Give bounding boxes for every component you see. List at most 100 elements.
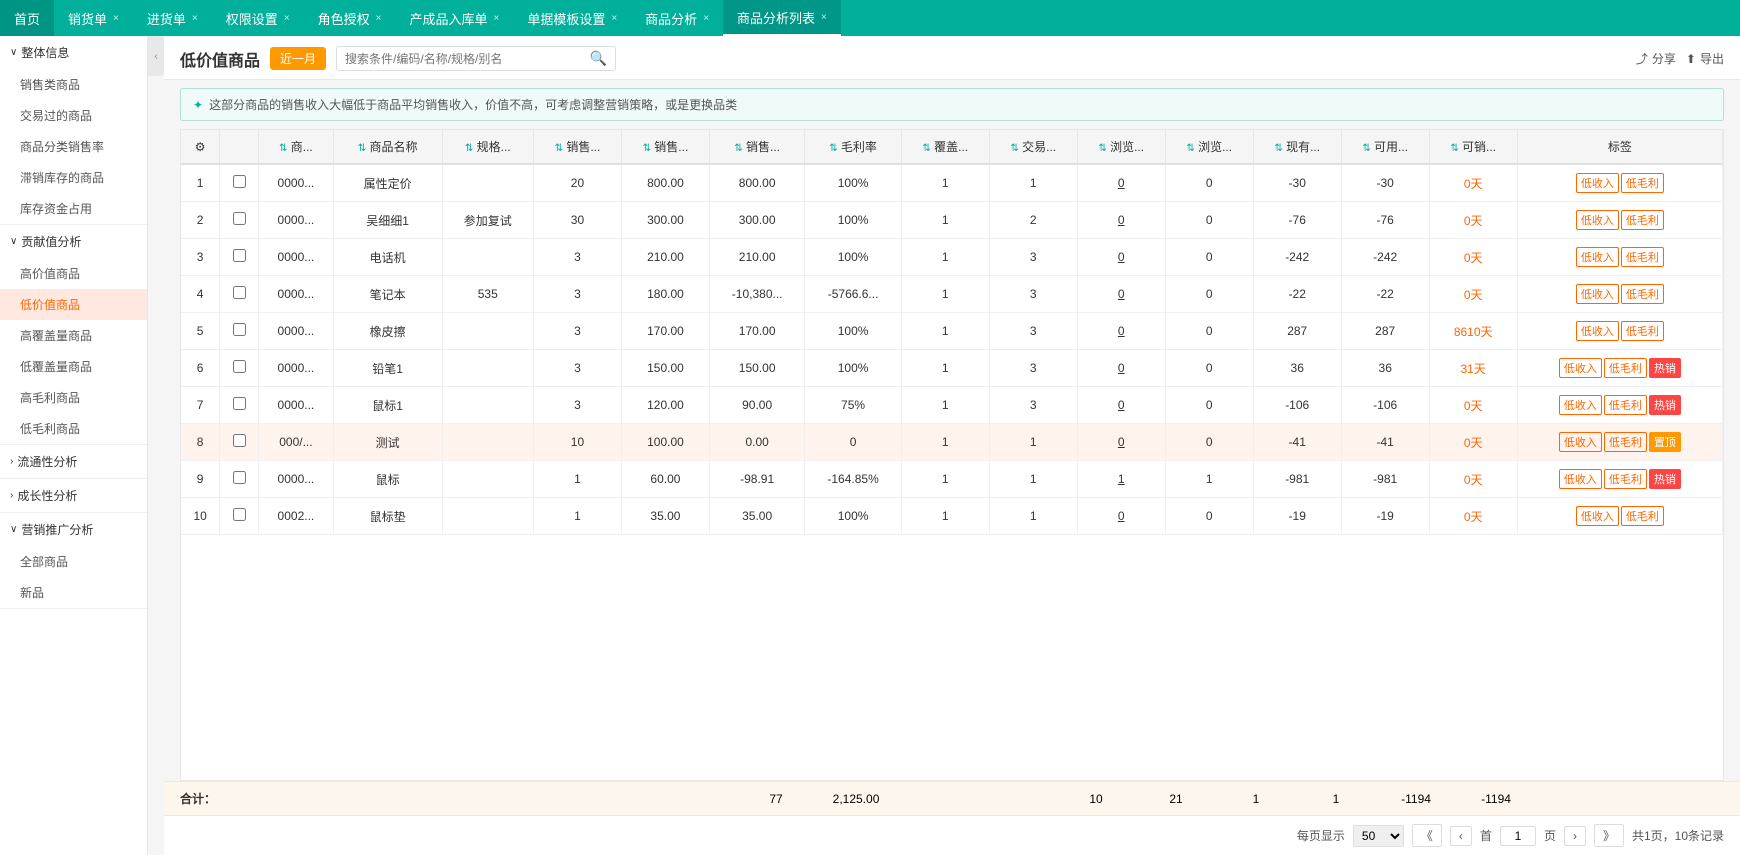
- cell-view1[interactable]: 0: [1077, 424, 1165, 461]
- view1-link[interactable]: 0: [1118, 324, 1125, 338]
- nav-item-权限设置[interactable]: 权限设置×: [212, 0, 304, 36]
- sidebar-item-高覆盖量商品[interactable]: 高覆盖量商品: [0, 320, 147, 351]
- data-table-container[interactable]: ⚙⇅ 商...⇅ 商品名称⇅ 规格...⇅ 销售...⇅ 销售...⇅ 销售..…: [180, 129, 1724, 781]
- sidebar-item-高价值商品[interactable]: 高价值商品: [0, 258, 147, 289]
- th-current[interactable]: ⇅ 现有...: [1253, 130, 1341, 164]
- sidebar-item-全部商品[interactable]: 全部商品: [0, 546, 147, 577]
- sidebar-item-低毛利商品[interactable]: 低毛利商品: [0, 413, 147, 444]
- sidebar-group-整体信息[interactable]: ∨ 整体信息: [0, 36, 147, 69]
- cell-checkbox[interactable]: [220, 164, 259, 202]
- sidebar-group-流通性分析[interactable]: › 流通性分析: [0, 445, 147, 478]
- cell-checkbox[interactable]: [220, 424, 259, 461]
- sidebar-item-新品[interactable]: 新品: [0, 577, 147, 608]
- page-size-select[interactable]: 50 20 100: [1353, 825, 1404, 847]
- sidebar-group-成长性分析[interactable]: › 成长性分析: [0, 479, 147, 512]
- cell-checkbox[interactable]: [220, 276, 259, 313]
- search-icon[interactable]: 🔍: [590, 50, 607, 67]
- nav-item-角色授权[interactable]: 角色授权×: [304, 0, 396, 36]
- th-view1[interactable]: ⇅ 浏览...: [1077, 130, 1165, 164]
- sidebar-collapse-button[interactable]: ‹: [148, 36, 164, 76]
- view1-link[interactable]: 0: [1118, 435, 1125, 449]
- nav-item-产成品入库单[interactable]: 产成品入库单×: [395, 0, 513, 36]
- nav-close-icon[interactable]: ×: [703, 13, 709, 24]
- cell-checkbox[interactable]: [220, 350, 259, 387]
- cell-view1[interactable]: 0: [1077, 350, 1165, 387]
- cell-view1[interactable]: 0: [1077, 239, 1165, 276]
- view1-link[interactable]: 0: [1118, 509, 1125, 523]
- cell-checkbox[interactable]: [220, 498, 259, 535]
- cell-view1[interactable]: 0: [1077, 387, 1165, 424]
- sidebar-item-低价值商品[interactable]: 低价值商品: [0, 289, 147, 320]
- nav-item-销货单[interactable]: 销货单×: [54, 0, 133, 36]
- sidebar-item-低覆盖量商品[interactable]: 低覆盖量商品: [0, 351, 147, 382]
- th-gross_margin[interactable]: ⇅ 毛利率: [805, 130, 901, 164]
- row-checkbox[interactable]: [233, 397, 246, 410]
- cell-view1[interactable]: 0: [1077, 313, 1165, 350]
- row-checkbox[interactable]: [233, 434, 246, 447]
- th-coverage[interactable]: ⇅ 覆盖...: [901, 130, 989, 164]
- row-checkbox[interactable]: [233, 286, 246, 299]
- th-code[interactable]: ⇅ 商...: [259, 130, 333, 164]
- row-checkbox[interactable]: [233, 323, 246, 336]
- th-sellable[interactable]: ⇅ 可销...: [1429, 130, 1517, 164]
- nav-close-icon[interactable]: ×: [611, 13, 617, 24]
- nav-item-首页[interactable]: 首页: [0, 0, 54, 36]
- th-spec[interactable]: ⇅ 规格...: [442, 130, 533, 164]
- page-input[interactable]: [1500, 826, 1536, 846]
- nav-close-icon[interactable]: ×: [284, 13, 290, 24]
- row-checkbox[interactable]: [233, 508, 246, 521]
- row-checkbox[interactable]: [233, 212, 246, 225]
- sidebar-group-营销推广分析[interactable]: ∨ 营销推广分析: [0, 513, 147, 546]
- export-button[interactable]: ⬆ 导出: [1686, 50, 1724, 67]
- nav-close-icon[interactable]: ×: [821, 12, 827, 23]
- th-view2[interactable]: ⇅ 浏览...: [1165, 130, 1253, 164]
- sidebar-group-贡献值分析[interactable]: ∨ 贡献值分析: [0, 225, 147, 258]
- row-checkbox[interactable]: [233, 471, 246, 484]
- cell-view1[interactable]: 0: [1077, 202, 1165, 239]
- view1-link[interactable]: 0: [1118, 361, 1125, 375]
- nav-item-进货单[interactable]: 进货单×: [133, 0, 212, 36]
- cell-view1[interactable]: 0: [1077, 164, 1165, 202]
- cell-view1[interactable]: 0: [1077, 276, 1165, 313]
- nav-item-商品分析列表[interactable]: 商品分析列表×: [723, 0, 841, 36]
- view1-link[interactable]: 0: [1118, 398, 1125, 412]
- th-sales_qty[interactable]: ⇅ 销售...: [533, 130, 621, 164]
- share-button[interactable]: ⤴ 分享: [1636, 50, 1676, 67]
- row-checkbox[interactable]: [233, 249, 246, 262]
- nav-close-icon[interactable]: ×: [113, 13, 119, 24]
- nav-item-单据模板设置[interactable]: 单据模板设置×: [513, 0, 631, 36]
- th-sales_amount[interactable]: ⇅ 销售...: [709, 130, 804, 164]
- sidebar-item-销售类商品[interactable]: 销售类商品: [0, 69, 147, 100]
- view1-link[interactable]: 1: [1118, 472, 1125, 486]
- th-sales_price[interactable]: ⇅ 销售...: [621, 130, 709, 164]
- sidebar-item-滞销库存的商品[interactable]: 滞销库存的商品: [0, 162, 147, 193]
- filter-button[interactable]: 近一月: [270, 47, 326, 70]
- cell-checkbox[interactable]: [220, 313, 259, 350]
- cell-checkbox[interactable]: [220, 461, 259, 498]
- search-input[interactable]: [345, 52, 590, 66]
- cell-view1[interactable]: 0: [1077, 498, 1165, 535]
- th-name[interactable]: ⇅ 商品名称: [333, 130, 442, 164]
- th-trade[interactable]: ⇅ 交易...: [989, 130, 1077, 164]
- th-available[interactable]: ⇅ 可用...: [1341, 130, 1429, 164]
- cell-checkbox[interactable]: [220, 387, 259, 424]
- nav-item-商品分析[interactable]: 商品分析×: [631, 0, 723, 36]
- nav-close-icon[interactable]: ×: [376, 13, 382, 24]
- nav-close-icon[interactable]: ×: [192, 13, 198, 24]
- sidebar-item-高毛利商品[interactable]: 高毛利商品: [0, 382, 147, 413]
- cell-checkbox[interactable]: [220, 239, 259, 276]
- nav-close-icon[interactable]: ×: [493, 13, 499, 24]
- view1-link[interactable]: 0: [1118, 213, 1125, 227]
- sidebar-item-交易过的商品[interactable]: 交易过的商品: [0, 100, 147, 131]
- row-checkbox[interactable]: [233, 360, 246, 373]
- first-page-button[interactable]: 《: [1412, 824, 1442, 847]
- view1-link[interactable]: 0: [1118, 176, 1125, 190]
- last-page-button[interactable]: 》: [1594, 824, 1624, 847]
- view1-link[interactable]: 0: [1118, 250, 1125, 264]
- view1-link[interactable]: 0: [1118, 287, 1125, 301]
- next-page-button[interactable]: ›: [1564, 826, 1586, 846]
- sidebar-item-商品分类销售率[interactable]: 商品分类销售率: [0, 131, 147, 162]
- prev-page-button[interactable]: ‹: [1450, 826, 1472, 846]
- cell-checkbox[interactable]: [220, 202, 259, 239]
- sidebar-item-库存资金占用[interactable]: 库存资金占用: [0, 193, 147, 224]
